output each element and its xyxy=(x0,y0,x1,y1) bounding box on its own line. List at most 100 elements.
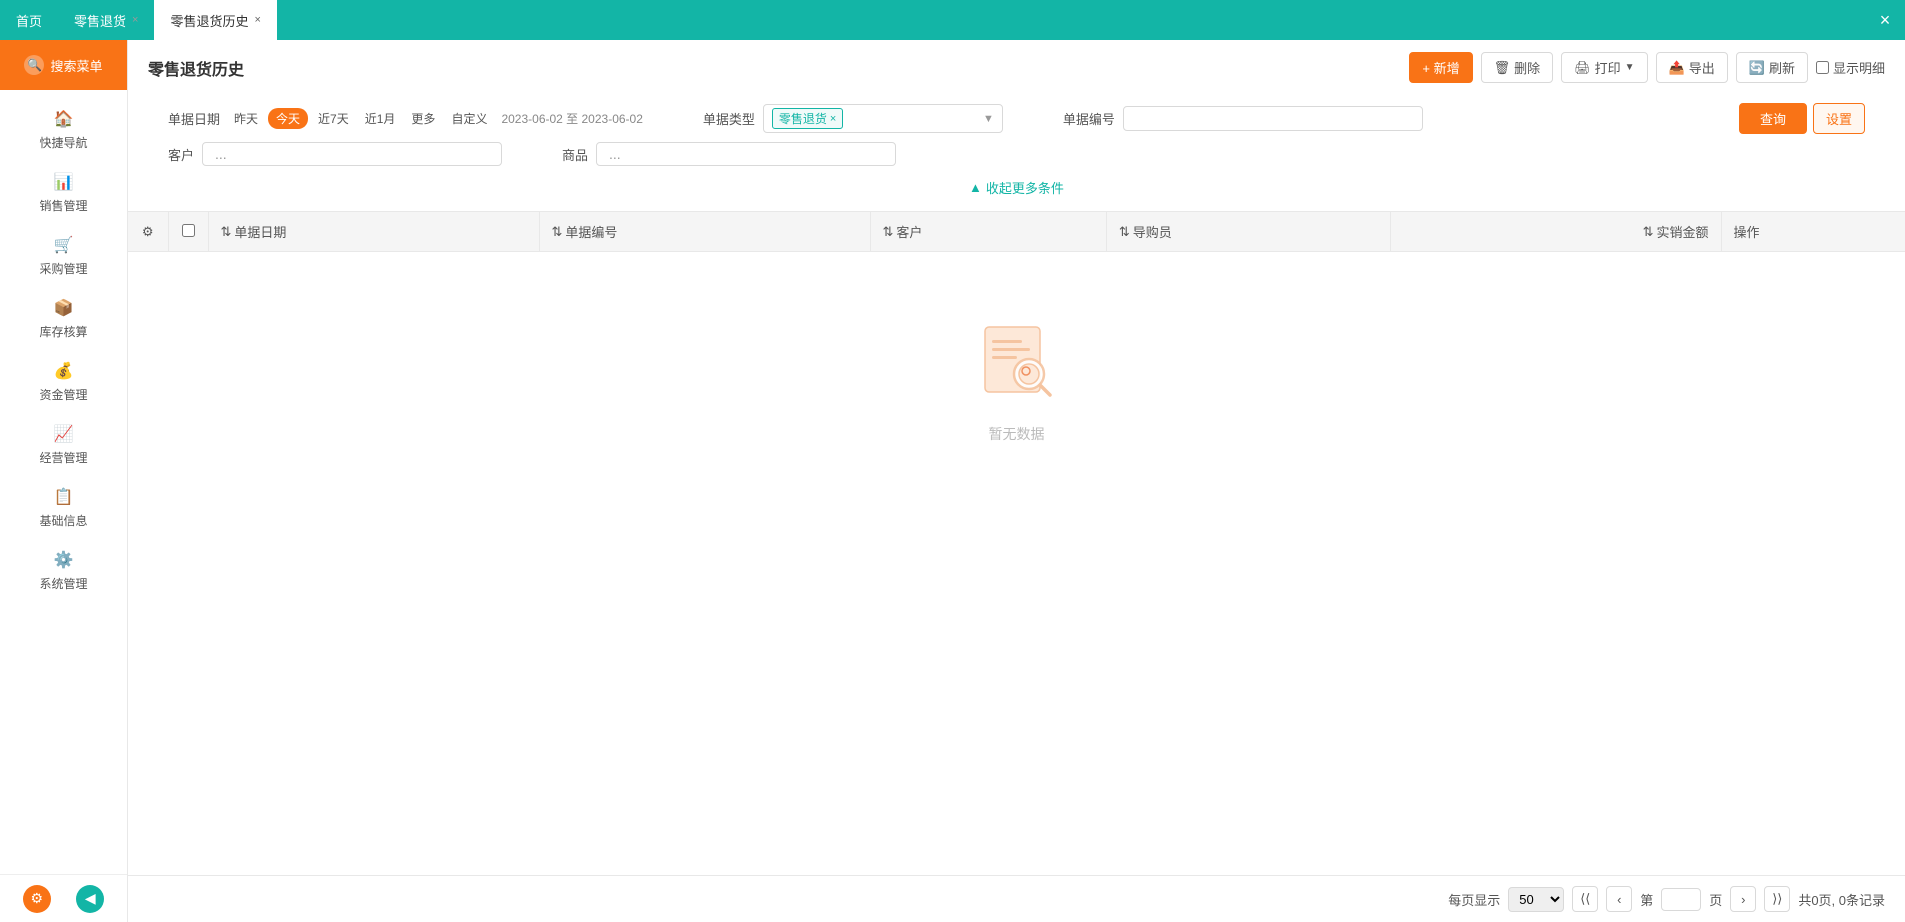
sidebar-item-operations[interactable]: 📈 经营管理 xyxy=(0,413,127,476)
table-area: ⚙ ⇅ 单据日期 xyxy=(128,212,1905,922)
doc-type-tag-close[interactable]: × xyxy=(830,113,836,125)
finance-icon: 💰 xyxy=(53,360,75,382)
sidebar-item-system-mgmt-label: 系统管理 xyxy=(39,575,87,592)
content-area: 零售退货历史 + 新增 🗑 删除 🖨 打印 ▼ 📤 导出 xyxy=(128,40,1905,922)
date-btn-7days[interactable]: 近7天 xyxy=(312,108,355,129)
tab-bar: 首页 零售退货 × 零售退货历史 × xyxy=(0,0,1865,40)
select-all-checkbox[interactable] xyxy=(182,224,195,237)
date-btn-1month[interactable]: 近1月 xyxy=(359,108,402,129)
empty-text: 暂无数据 xyxy=(989,424,1045,444)
filter-area: 单据日期 昨天 今天 近7天 近1月 更多 自定义 2023-06-02 至 2… xyxy=(148,93,1885,211)
refresh-button[interactable]: 🔄 刷新 xyxy=(1736,52,1808,83)
tab-retail-return-history-close[interactable]: × xyxy=(254,14,260,26)
sidebar-item-purchase-mgmt-label: 采购管理 xyxy=(39,260,87,277)
sidebar-search-button[interactable]: 🔍 搜索菜单 xyxy=(0,40,127,90)
purchase-mgmt-icon: 🛒 xyxy=(53,234,75,256)
filter-doc-number-label: 单据编号 xyxy=(1063,109,1115,128)
sidebar-item-sales-mgmt[interactable]: 📊 销售管理 xyxy=(0,161,127,224)
th-action: 操作 xyxy=(1721,212,1905,252)
sidebar-item-purchase-mgmt[interactable]: 🛒 采购管理 xyxy=(0,224,127,287)
collapse-label: 收起更多条件 xyxy=(986,178,1064,197)
tab-retail-return-history-label: 零售退货历史 xyxy=(170,11,248,30)
topbar: 首页 零售退货 × 零售退货历史 × × xyxy=(0,0,1905,40)
empty-area: 暂无数据 xyxy=(128,252,1905,504)
sidebar-item-quick-nav[interactable]: 🏠 快捷导航 xyxy=(0,98,127,161)
date-btn-yesterday[interactable]: 昨天 xyxy=(228,108,264,129)
sidebar-items: 🏠 快捷导航 📊 销售管理 🛒 采购管理 📦 库存核算 💰 资金管理 📈 xyxy=(0,90,127,874)
sidebar-toggle-button[interactable]: ◀ xyxy=(76,885,104,913)
sidebar-search-label: 搜索菜单 xyxy=(50,56,102,75)
date-btn-custom[interactable]: 自定义 xyxy=(445,108,493,129)
main-layout: 🔍 搜索菜单 🏠 快捷导航 📊 销售管理 🛒 采购管理 📦 库存核算 💰 xyxy=(0,40,1905,922)
filter-goods-label: 商品 xyxy=(562,145,588,164)
filter-doc-type-item: 单据类型 零售退货 × ▼ xyxy=(703,104,1003,133)
search-icon: 🔍 xyxy=(24,55,44,75)
next-page-button[interactable]: › xyxy=(1730,886,1756,912)
th-number-sort-icon: ⇅ xyxy=(552,224,563,240)
sidebar-item-inventory[interactable]: 📦 库存核算 xyxy=(0,287,127,350)
new-button[interactable]: + 新增 xyxy=(1409,52,1472,83)
pagination-bar: 每页显示 10 20 50 100 ⟨⟨ ‹ 第 1 页 › ⟩⟩ 共0页, 0… xyxy=(128,875,1905,922)
last-page-button[interactable]: ⟩⟩ xyxy=(1764,886,1790,912)
filter-date-label: 单据日期 xyxy=(168,109,220,128)
th-settings[interactable]: ⚙ xyxy=(128,212,168,252)
th-customer-sort-icon: ⇅ xyxy=(883,224,894,240)
export-button[interactable]: 📤 导出 xyxy=(1656,52,1728,83)
filter-doc-number-item: 单据编号 xyxy=(1063,106,1423,131)
filter-customer-label: 客户 xyxy=(168,145,194,164)
sidebar-item-basic-info[interactable]: 📋 基础信息 xyxy=(0,476,127,539)
sidebar-item-operations-label: 经营管理 xyxy=(39,449,87,466)
print-button[interactable]: 🖨 打印 ▼ xyxy=(1561,52,1647,83)
tab-retail-return-close[interactable]: × xyxy=(132,14,138,26)
export-icon: 📤 xyxy=(1669,60,1685,76)
first-page-button[interactable]: ⟨⟨ xyxy=(1572,886,1598,912)
settings-button[interactable]: 设置 xyxy=(1813,103,1865,134)
customer-ellipsis-icon: ... xyxy=(211,146,231,162)
tab-retail-return[interactable]: 零售退货 × xyxy=(58,0,154,40)
date-filter-buttons: 昨天 今天 近7天 近1月 更多 自定义 xyxy=(228,108,493,129)
th-customer: ⇅ 客户 xyxy=(870,212,1106,252)
page-label: 第 xyxy=(1640,890,1653,909)
operations-icon: 📈 xyxy=(53,423,75,445)
th-guide: ⇅ 导购员 xyxy=(1106,212,1390,252)
tab-home-label: 首页 xyxy=(16,11,42,30)
sidebar-item-finance-label: 资金管理 xyxy=(39,386,87,403)
query-button[interactable]: 查询 xyxy=(1739,103,1807,134)
window-close-button[interactable]: × xyxy=(1865,0,1905,40)
tab-retail-return-history[interactable]: 零售退货历史 × xyxy=(154,0,276,40)
total-records-text: 共0页, 0条记录 xyxy=(1798,890,1885,909)
filter-date-item: 单据日期 昨天 今天 近7天 近1月 更多 自定义 2023-06-02 至 2… xyxy=(168,108,643,129)
per-page-label: 每页显示 xyxy=(1448,890,1500,909)
table-header-row: ⚙ ⇅ 单据日期 xyxy=(128,212,1905,252)
sidebar-item-sales-mgmt-label: 销售管理 xyxy=(39,197,87,214)
prev-page-button[interactable]: ‹ xyxy=(1606,886,1632,912)
filter-doc-number-input[interactable] xyxy=(1123,106,1423,131)
filter-doc-type-select[interactable]: 零售退货 × ▼ xyxy=(763,104,1003,133)
th-date: ⇅ 单据日期 xyxy=(208,212,539,252)
sidebar-item-finance[interactable]: 💰 资金管理 xyxy=(0,350,127,413)
tab-home[interactable]: 首页 xyxy=(0,0,58,40)
date-btn-more[interactable]: 更多 xyxy=(405,108,441,129)
empty-icon xyxy=(967,312,1067,412)
sidebar-item-system-mgmt[interactable]: ⚙️ 系统管理 xyxy=(0,539,127,602)
th-amount: ⇅ 实销金额 xyxy=(1390,212,1721,252)
delete-button[interactable]: 🗑 删除 xyxy=(1481,52,1554,83)
th-number: ⇅ 单据编号 xyxy=(539,212,870,252)
filter-goods-select[interactable]: ... xyxy=(596,142,896,166)
sidebar: 🔍 搜索菜单 🏠 快捷导航 📊 销售管理 🛒 采购管理 📦 库存核算 💰 xyxy=(0,40,128,922)
date-btn-today[interactable]: 今天 xyxy=(268,108,308,129)
tab-retail-return-label: 零售退货 xyxy=(74,11,126,30)
collapse-button[interactable]: ▲ 收起更多条件 xyxy=(168,174,1865,201)
filter-customer-select[interactable]: ... xyxy=(202,142,502,166)
per-page-select[interactable]: 10 20 50 100 xyxy=(1508,887,1564,912)
th-guide-sort-icon: ⇅ xyxy=(1119,224,1130,240)
sidebar-settings-button[interactable]: ⚙ xyxy=(23,885,51,913)
filter-goods-item: 商品 ... xyxy=(562,142,896,166)
page-actions: + 新增 🗑 删除 🖨 打印 ▼ 📤 导出 🔄 xyxy=(1409,52,1885,83)
th-checkbox[interactable] xyxy=(168,212,208,252)
collapse-up-icon: ▲ xyxy=(969,180,982,195)
print-icon: 🖨 xyxy=(1574,60,1591,76)
table-wrap: ⚙ ⇅ 单据日期 xyxy=(128,212,1905,875)
page-number-input[interactable]: 1 xyxy=(1661,888,1701,911)
display-detail-checkbox[interactable] xyxy=(1816,61,1829,74)
